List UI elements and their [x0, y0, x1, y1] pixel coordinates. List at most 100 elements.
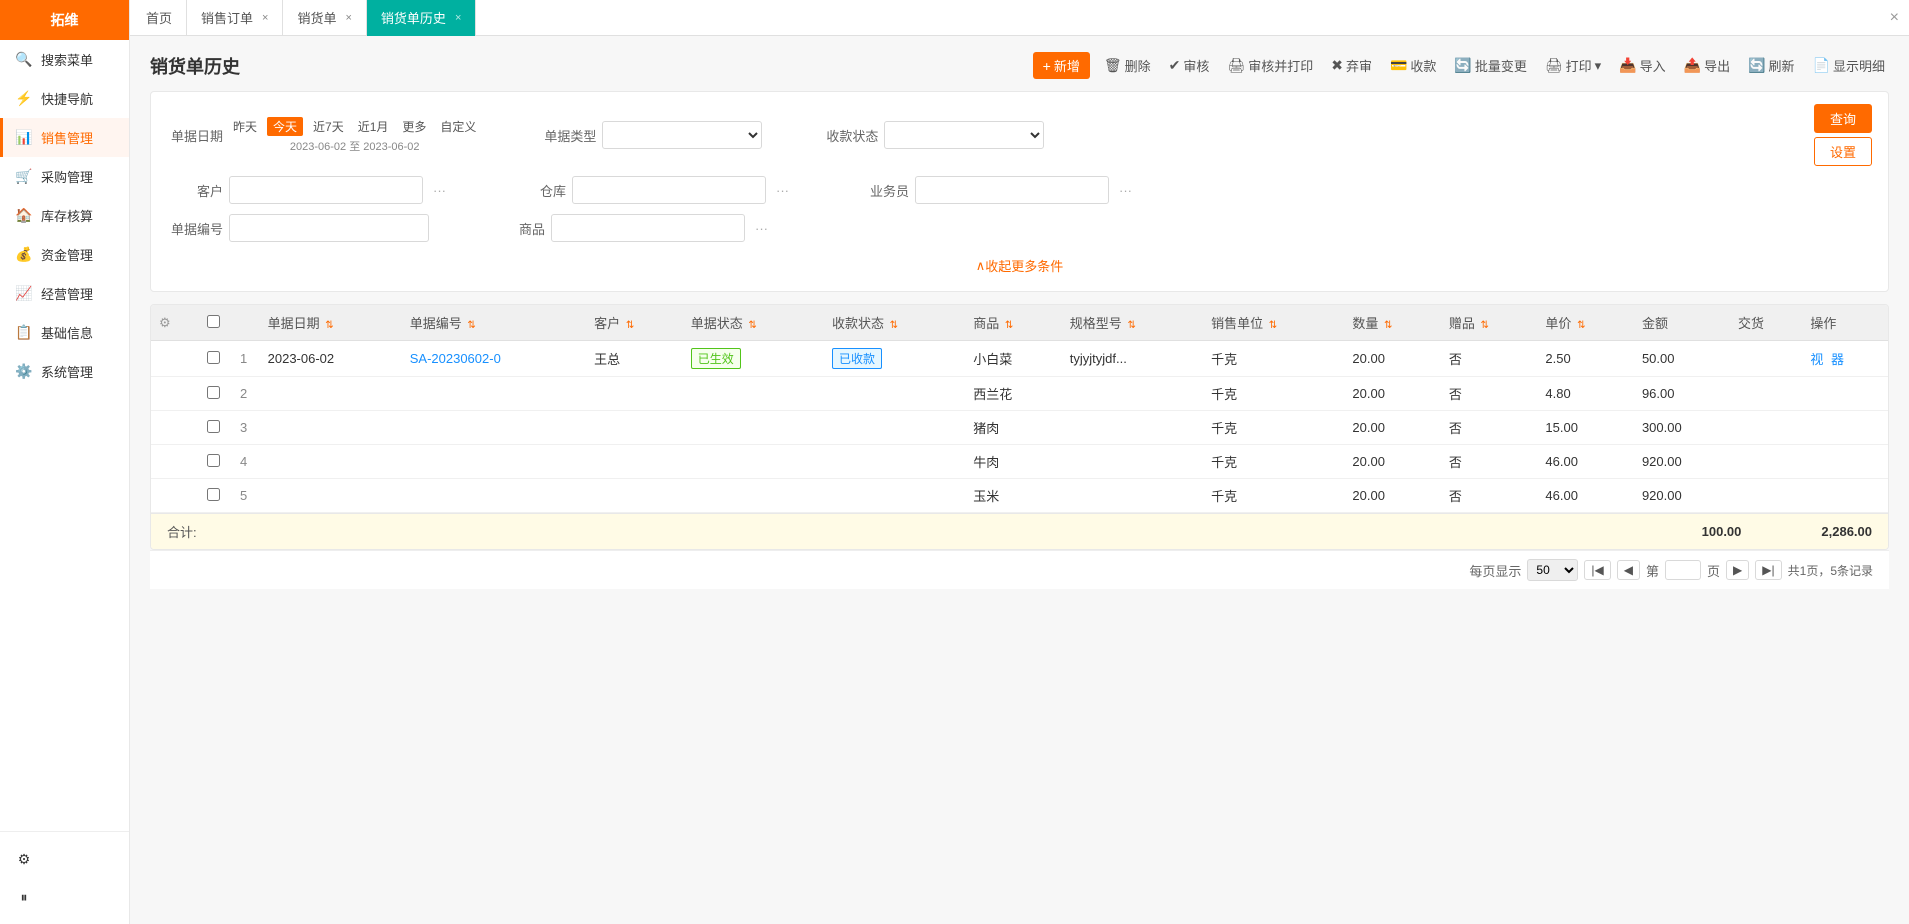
cell-doc-no-4[interactable] [402, 479, 586, 513]
table-settings-icon[interactable]: ⚙ [159, 315, 171, 330]
collect-button[interactable]: 💳 收款 [1386, 54, 1440, 77]
th-spec[interactable]: 规格型号 ⇅ [1062, 305, 1203, 341]
filter-warehouse-input[interactable] [572, 176, 766, 204]
abandon-button[interactable]: ✖ 弃审 [1327, 54, 1376, 77]
per-page-select[interactable]: 50 100 [1527, 559, 1578, 581]
th-num [228, 305, 260, 341]
th-unit[interactable]: 销售单位 ⇅ [1203, 305, 1344, 341]
filter-goods-input[interactable] [551, 214, 745, 242]
cell-checkbox-2[interactable] [199, 411, 228, 445]
sidebar-bottom-actions: ⚙ ⏸ [0, 831, 129, 924]
refresh-label: 刷新 [1769, 56, 1795, 75]
cell-checkbox-4[interactable] [199, 479, 228, 513]
abandon-icon: ✖ [1331, 57, 1343, 74]
audit-print-button[interactable]: 🖨 审核并打印 [1223, 54, 1317, 77]
tab-sales-history-close[interactable]: × [455, 12, 461, 24]
tab-sales-history[interactable]: 销货单历史 × [367, 0, 476, 36]
row-checkbox-3[interactable] [207, 454, 220, 467]
export-button[interactable]: 📤 导出 [1680, 54, 1734, 77]
row-checkbox-0[interactable] [207, 351, 220, 364]
filter-doc-no-input[interactable] [229, 214, 429, 242]
ops-more-0[interactable]: 器 [1831, 352, 1844, 367]
filter-customer-ellipsis[interactable]: ··· [429, 183, 450, 198]
cell-amount-0: 50.00 [1634, 341, 1730, 377]
sidebar-item-quick-nav[interactable]: ⚡ 快捷导航 [0, 79, 129, 118]
tab-sales-order[interactable]: 销售订单 × [187, 0, 283, 36]
audit-label: 审核 [1183, 56, 1209, 75]
sidebar-item-purchase-mgmt[interactable]: 🛒 采购管理 [0, 157, 129, 196]
sidebar-item-ops-mgmt[interactable]: 📈 经营管理 [0, 274, 129, 313]
th-doc-status[interactable]: 单据状态 ⇅ [683, 305, 824, 341]
next-page-btn[interactable]: ▶ [1726, 560, 1749, 580]
th-price[interactable]: 单价 ⇅ [1537, 305, 1634, 341]
date-tab-today[interactable]: 今天 [267, 117, 303, 136]
date-tab-1month[interactable]: 近1月 [354, 117, 393, 136]
ops-view-0[interactable]: 视 [1810, 352, 1823, 367]
add-button[interactable]: + 新增 [1033, 52, 1090, 79]
prev-page-btn[interactable]: ◀ [1617, 560, 1640, 580]
tab-sales-order-close[interactable]: × [262, 12, 268, 24]
th-pay-status[interactable]: 收款状态 ⇅ [824, 305, 965, 341]
filter-type-select[interactable] [602, 121, 762, 149]
audit-print-icon: 🖨 [1227, 57, 1245, 74]
set-button[interactable]: 设置 [1814, 137, 1872, 166]
last-page-btn[interactable]: ▶| [1755, 560, 1781, 580]
th-settings[interactable]: ⚙ [151, 305, 199, 341]
query-button[interactable]: 查询 [1814, 104, 1872, 133]
collapse-filter-btn[interactable]: ∧ 收起更多条件 [167, 252, 1872, 279]
print-button[interactable]: 🖨 打印 ▾ [1541, 54, 1605, 77]
date-tab-7days[interactable]: 近7天 [309, 117, 348, 136]
delete-button[interactable]: 🗑 删除 [1100, 54, 1155, 77]
filter-customer-input[interactable] [229, 176, 423, 204]
th-gift[interactable]: 赠品 ⇅ [1441, 305, 1538, 341]
sidebar-item-sys-mgmt[interactable]: ⚙️ 系统管理 [0, 352, 129, 391]
cell-doc-no-3[interactable] [402, 445, 586, 479]
page-number-input[interactable]: 1 [1665, 560, 1701, 580]
pagination: 每页显示 50 100 |◀ ◀ 第 1 页 ▶ ▶| 共1页，5条记录 [150, 550, 1889, 589]
doc-no-link-0[interactable]: SA-20230602-0 [410, 351, 501, 366]
select-all-checkbox[interactable] [207, 315, 220, 328]
sidebar-collapse-btn[interactable]: ⏸ [0, 878, 129, 916]
cell-checkbox-0[interactable] [199, 341, 228, 377]
sidebar-item-finance-mgmt[interactable]: 💰 资金管理 [0, 235, 129, 274]
show-detail-button[interactable]: 📄 显示明细 [1809, 54, 1889, 77]
cell-doc-no-1[interactable] [402, 377, 586, 411]
filter-salesman-ellipsis[interactable]: ··· [1115, 183, 1136, 198]
th-date[interactable]: 单据日期 ⇅ [260, 305, 402, 341]
cell-checkbox-1[interactable] [199, 377, 228, 411]
cell-doc-no-0[interactable]: SA-20230602-0 [402, 341, 586, 377]
collapse-filter-label: 收起更多条件 [985, 256, 1063, 275]
window-close-btn[interactable]: × [1880, 9, 1909, 27]
th-doc-no[interactable]: 单据编号 ⇅ [402, 305, 586, 341]
tab-sales-delivery-close[interactable]: × [345, 12, 351, 24]
filter-salesman-input[interactable] [915, 176, 1109, 204]
first-page-btn[interactable]: |◀ [1584, 560, 1610, 580]
th-qty[interactable]: 数量 ⇅ [1344, 305, 1441, 341]
sidebar-settings-btn[interactable]: ⚙ [0, 840, 129, 878]
page-label: 第 [1646, 561, 1659, 580]
audit-button[interactable]: ✔ 审核 [1165, 54, 1214, 77]
filter-warehouse-ellipsis[interactable]: ··· [772, 183, 793, 198]
filter-pay-status-select[interactable] [884, 121, 1044, 149]
sidebar-item-sales-mgmt[interactable]: 📊 销售管理 [0, 118, 129, 157]
cell-doc-no-2[interactable] [402, 411, 586, 445]
sidebar-item-basic-info[interactable]: 📋 基础信息 [0, 313, 129, 352]
sidebar-item-inventory[interactable]: 🏠 库存核算 [0, 196, 129, 235]
date-tab-custom[interactable]: 自定义 [436, 117, 480, 136]
import-button[interactable]: 📥 导入 [1615, 54, 1669, 77]
row-checkbox-1[interactable] [207, 386, 220, 399]
row-checkbox-2[interactable] [207, 420, 220, 433]
refresh-button[interactable]: 🔄 刷新 [1744, 54, 1798, 77]
tab-sales-delivery[interactable]: 销货单 × [283, 0, 366, 36]
cell-goods-3: 牛肉 [965, 445, 1062, 479]
row-checkbox-4[interactable] [207, 488, 220, 501]
batch-change-button[interactable]: 🔄 批量变更 [1450, 54, 1530, 77]
date-tab-more[interactable]: 更多 [398, 117, 430, 136]
sidebar-item-search-menu[interactable]: 🔍 搜索菜单 [0, 40, 129, 79]
filter-goods-ellipsis[interactable]: ··· [751, 221, 772, 236]
tab-home[interactable]: 首页 [130, 0, 187, 36]
th-goods[interactable]: 商品 ⇅ [965, 305, 1062, 341]
date-tab-yesterday[interactable]: 昨天 [229, 117, 261, 136]
cell-checkbox-3[interactable] [199, 445, 228, 479]
th-customer[interactable]: 客户 ⇅ [586, 305, 683, 341]
